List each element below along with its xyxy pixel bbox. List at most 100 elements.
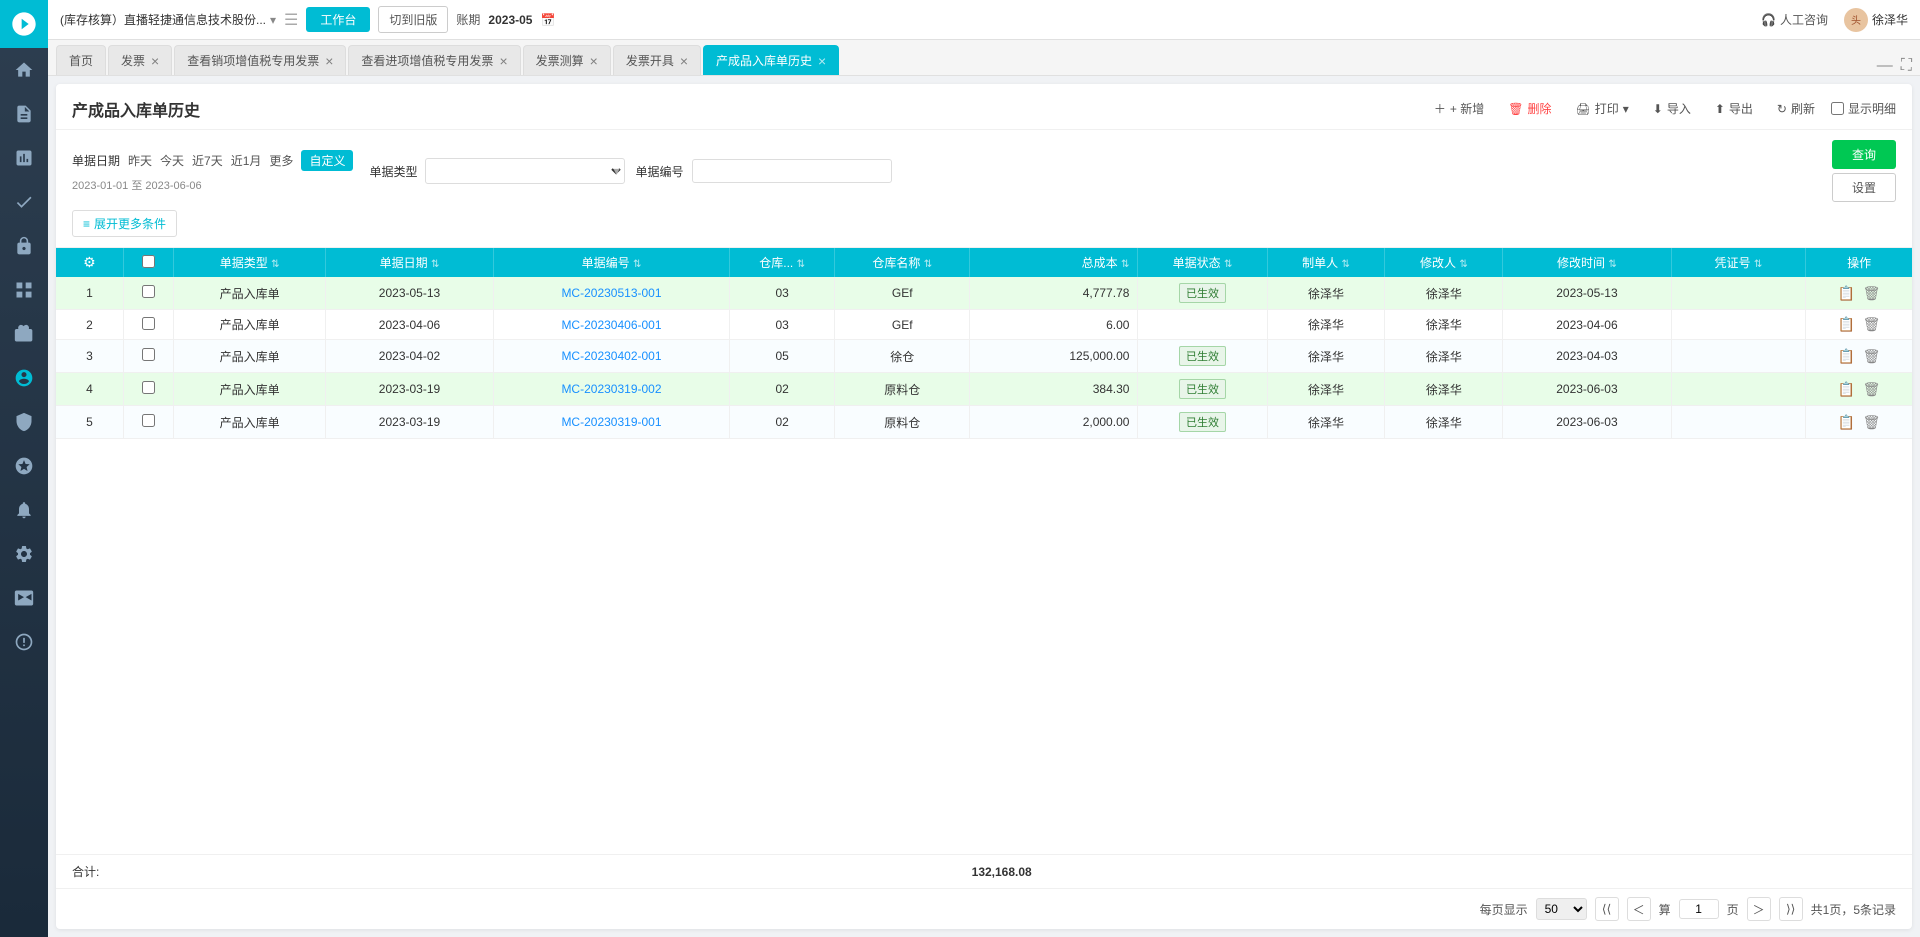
add-button[interactable]: ＋ + 新增 <box>1426 96 1492 121</box>
show-detail-checkbox[interactable] <box>1831 102 1844 115</box>
sidebar-item-report[interactable] <box>0 444 48 488</box>
user-menu[interactable]: 头 徐泽华 <box>1844 8 1908 32</box>
cell-check[interactable] <box>123 310 174 340</box>
sidebar-item-home[interactable] <box>0 48 48 92</box>
doc-code-link[interactable]: MC-20230513-001 <box>561 286 661 300</box>
delete-button[interactable]: 🗑 删除 <box>1500 96 1559 121</box>
tab-invoice-calc[interactable]: 发票测算 × <box>523 45 611 75</box>
set-button[interactable]: 设置 <box>1832 173 1896 202</box>
edit-icon[interactable]: 📋 <box>1838 285 1855 301</box>
th-warehouse-code[interactable]: 仓库... ⇅ <box>729 248 835 277</box>
old-version-button[interactable]: 切到旧版 <box>378 6 448 33</box>
date-7days[interactable]: 近7天 <box>192 152 223 169</box>
row-checkbox[interactable] <box>142 348 155 361</box>
tab-purchase-vat-close[interactable]: × <box>499 54 507 68</box>
th-code[interactable]: 单据编号 ⇅ <box>494 248 730 277</box>
tab-maximize-icon[interactable]: ⛶ <box>1901 57 1912 75</box>
cell-code[interactable]: MC-20230406-001 <box>494 310 730 340</box>
edit-icon[interactable]: 📋 <box>1838 381 1855 397</box>
delete-row-icon[interactable]: 🗑 <box>1863 414 1881 430</box>
sidebar-item-inventory[interactable] <box>0 312 48 356</box>
tab-sales-vat-close[interactable]: × <box>325 54 333 68</box>
last-page-button[interactable]: ⟩⟩ <box>1779 897 1803 921</box>
export-button[interactable]: ⬆ 导出 <box>1707 96 1761 121</box>
sidebar-item-active[interactable] <box>0 356 48 400</box>
next-page-button[interactable]: ＞ <box>1747 897 1771 921</box>
th-status[interactable]: 单据状态 ⇅ <box>1138 248 1267 277</box>
calendar-icon[interactable]: 📅 <box>540 13 555 27</box>
doc-code-link[interactable]: MC-20230319-002 <box>561 382 661 396</box>
sidebar-item-lock[interactable] <box>0 224 48 268</box>
tab-product-in[interactable]: 产成品入库单历史 × <box>703 45 839 75</box>
th-settings[interactable]: ⚙ <box>56 248 123 277</box>
date-more[interactable]: 更多 <box>269 152 293 169</box>
cell-check[interactable] <box>123 340 174 373</box>
refresh-button[interactable]: ↻ 刷新 <box>1769 96 1823 121</box>
edit-icon[interactable]: 📋 <box>1838 414 1855 430</box>
date-yesterday[interactable]: 昨天 <box>128 152 152 169</box>
show-detail-toggle[interactable]: 显示明细 <box>1831 100 1896 117</box>
doc-code-link[interactable]: MC-20230319-001 <box>561 415 661 429</box>
date-custom-button[interactable]: 自定义 <box>301 150 353 171</box>
edit-icon[interactable]: 📋 <box>1838 348 1855 364</box>
th-warehouse-name[interactable]: 仓库名称 ⇅ <box>835 248 970 277</box>
sidebar-item-config[interactable] <box>0 488 48 532</box>
sidebar-item-version[interactable] <box>0 620 48 664</box>
row-checkbox[interactable] <box>142 285 155 298</box>
company-selector[interactable]: (库存核算）直播轻捷通信息技术股份... ▾ <box>60 11 276 28</box>
expand-more-button[interactable]: ≡ 展开更多条件 <box>72 210 177 237</box>
import-button[interactable]: ⬇ 导入 <box>1645 96 1699 121</box>
company-dropdown-icon[interactable]: ▾ <box>270 13 276 27</box>
select-all-checkbox[interactable] <box>142 255 155 268</box>
sidebar-item-grid[interactable] <box>0 268 48 312</box>
query-button[interactable]: 查询 <box>1832 140 1896 169</box>
cell-code[interactable]: MC-20230513-001 <box>494 277 730 310</box>
code-filter-input[interactable] <box>692 159 892 183</box>
date-1month[interactable]: 近1月 <box>231 152 262 169</box>
tab-invoice-open-close[interactable]: × <box>680 54 688 68</box>
sidebar-item-media[interactable] <box>0 576 48 620</box>
th-date[interactable]: 单据日期 ⇅ <box>325 248 493 277</box>
tab-sales-vat[interactable]: 查看销项增值税专用发票 × <box>174 45 346 75</box>
prev-page-button[interactable]: ＜ <box>1627 897 1651 921</box>
tab-product-in-close[interactable]: × <box>818 54 826 68</box>
cell-code[interactable]: MC-20230402-001 <box>494 340 730 373</box>
th-creator[interactable]: 制单人 ⇅ <box>1267 248 1385 277</box>
tab-invoice[interactable]: 发票 × <box>108 45 172 75</box>
date-today[interactable]: 今天 <box>160 152 184 169</box>
page-number-input[interactable] <box>1679 899 1719 919</box>
delete-row-icon[interactable]: 🗑 <box>1863 285 1881 301</box>
row-checkbox[interactable] <box>142 381 155 394</box>
th-voucher[interactable]: 凭证号 ⇅ <box>1671 248 1806 277</box>
cell-check[interactable] <box>123 277 174 310</box>
delete-row-icon[interactable]: 🗑 <box>1863 381 1881 397</box>
th-type[interactable]: 单据类型 ⇅ <box>174 248 326 277</box>
delete-row-icon[interactable]: 🗑 <box>1863 348 1881 364</box>
doc-code-link[interactable]: MC-20230406-001 <box>561 318 661 332</box>
th-modifier[interactable]: 修改人 ⇅ <box>1385 248 1503 277</box>
th-total[interactable]: 总成本 ⇅ <box>970 248 1138 277</box>
sidebar-item-document[interactable] <box>0 92 48 136</box>
per-page-select[interactable]: 20 50 100 <box>1536 898 1587 920</box>
cell-code[interactable]: MC-20230319-002 <box>494 373 730 406</box>
print-button[interactable]: 🖨 打印 ▾ <box>1567 96 1636 121</box>
first-page-button[interactable]: ⟨⟨ <box>1595 897 1619 921</box>
row-checkbox[interactable] <box>142 317 155 330</box>
tab-home[interactable]: 首页 <box>56 45 106 75</box>
sidebar-item-chart[interactable] <box>0 136 48 180</box>
doc-code-link[interactable]: MC-20230402-001 <box>561 349 661 363</box>
delete-row-icon[interactable]: 🗑 <box>1863 316 1881 332</box>
tab-invoice-open[interactable]: 发票开具 × <box>613 45 701 75</box>
sidebar-item-check[interactable] <box>0 180 48 224</box>
tab-invoice-close[interactable]: × <box>151 54 159 68</box>
row-checkbox[interactable] <box>142 414 155 427</box>
service-button[interactable]: 🎧 人工咨询 <box>1761 11 1828 28</box>
workbench-button[interactable]: 工作台 <box>306 7 370 32</box>
tab-purchase-vat[interactable]: 查看进项增值税专用发票 × <box>348 45 520 75</box>
edit-icon[interactable]: 📋 <box>1838 316 1855 332</box>
th-checkbox[interactable] <box>123 248 174 277</box>
cell-check[interactable] <box>123 373 174 406</box>
sidebar-item-stamp[interactable] <box>0 400 48 444</box>
th-modify-time[interactable]: 修改时间 ⇅ <box>1503 248 1671 277</box>
type-filter-select[interactable]: 产品入库单 <box>425 158 625 184</box>
